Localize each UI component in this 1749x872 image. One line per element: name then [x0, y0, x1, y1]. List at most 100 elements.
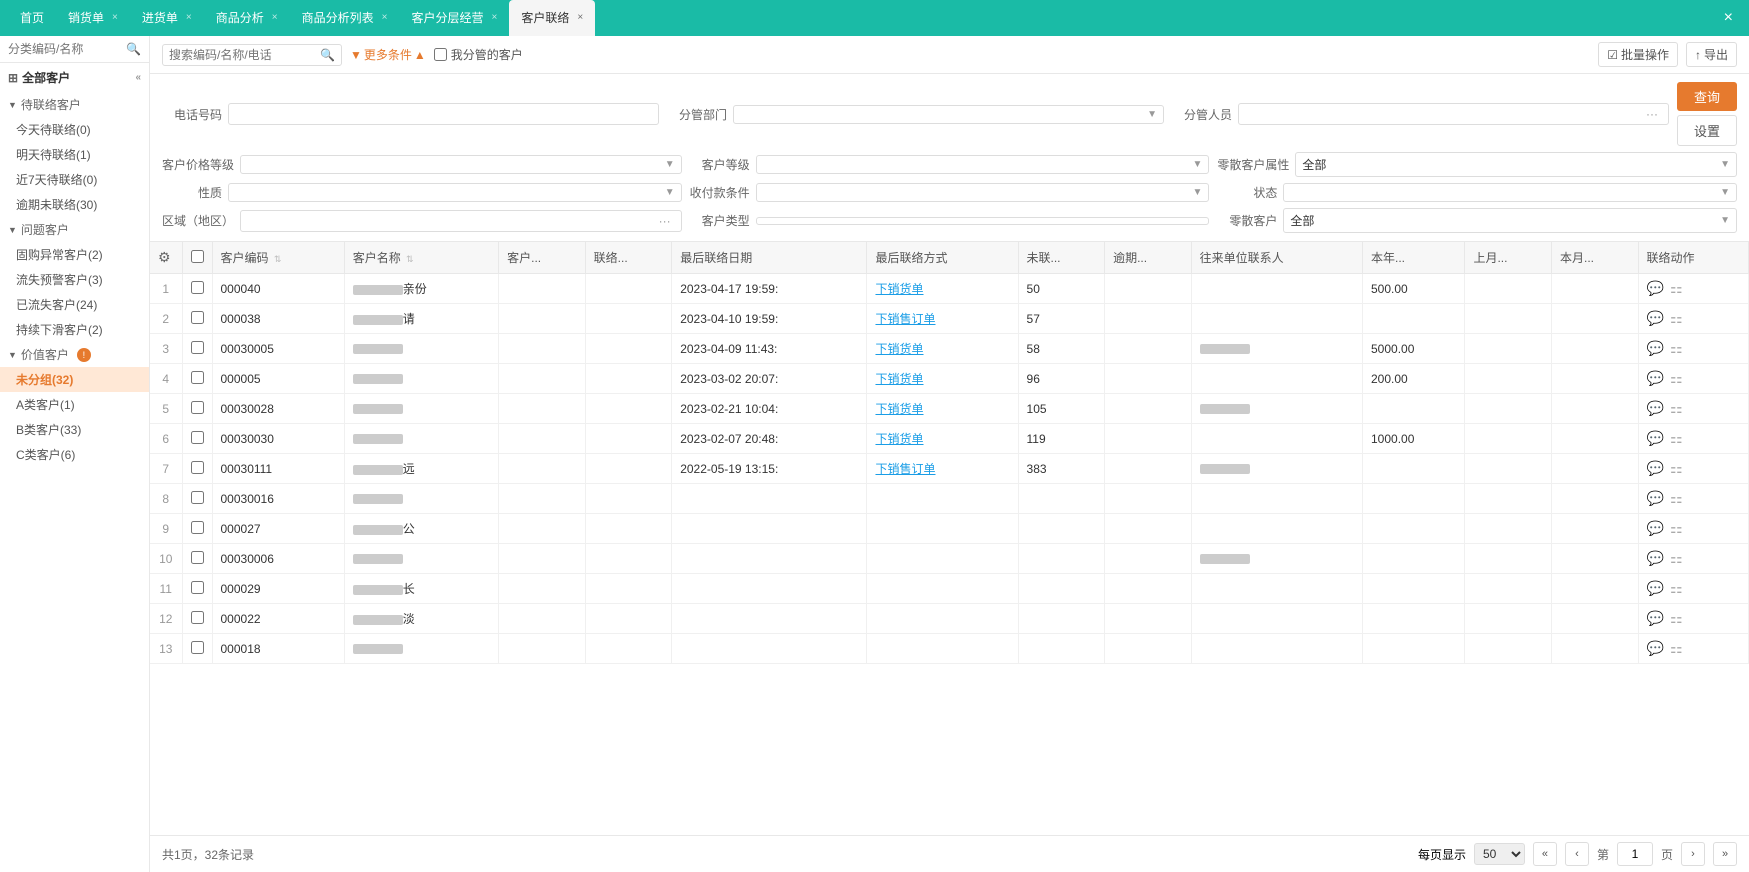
- message-icon[interactable]: 💬: [1647, 460, 1664, 477]
- more-actions-icon[interactable]: ⚏: [1670, 340, 1683, 357]
- section-problem-customers[interactable]: ▼ 问题客户: [0, 217, 149, 242]
- dept-select[interactable]: ▼: [733, 105, 1164, 124]
- sidebar-item-today[interactable]: 今天待联络(0): [0, 117, 149, 142]
- page-number-input[interactable]: [1617, 842, 1653, 866]
- person-more-icon[interactable]: ···: [1642, 107, 1662, 121]
- sidebar-item-tomorrow[interactable]: 明天待联络(1): [0, 142, 149, 167]
- tab-sales-order[interactable]: 销货单 ×: [56, 0, 130, 36]
- status-select[interactable]: ▼: [1283, 183, 1737, 202]
- close-tab-purchase-order[interactable]: ×: [186, 0, 192, 36]
- more-actions-icon[interactable]: ⚏: [1670, 310, 1683, 327]
- first-page-button[interactable]: «: [1533, 842, 1557, 866]
- last-type-link[interactable]: 下销货单: [875, 342, 923, 356]
- collapse-sidebar-icon[interactable]: «: [135, 72, 141, 83]
- next-page-button[interactable]: ›: [1681, 842, 1705, 866]
- more-actions-icon[interactable]: ⚏: [1670, 430, 1683, 447]
- more-actions-icon[interactable]: ⚏: [1670, 580, 1683, 597]
- sidebar-item-7days[interactable]: 近7天待联络(0): [0, 167, 149, 192]
- row-select-checkbox[interactable]: [191, 491, 204, 504]
- sidebar-item-abnormal[interactable]: 固购异常客户(2): [0, 242, 149, 267]
- message-icon[interactable]: 💬: [1647, 580, 1664, 597]
- row-select-checkbox[interactable]: [191, 521, 204, 534]
- sidebar-item-class-c[interactable]: C类客户(6): [0, 442, 149, 467]
- more-actions-icon[interactable]: ⚏: [1670, 550, 1683, 567]
- tab-product-analysis[interactable]: 商品分析 ×: [204, 0, 290, 36]
- row-select-checkbox[interactable]: [191, 641, 204, 654]
- more-actions-icon[interactable]: ⚏: [1670, 490, 1683, 507]
- sidebar-item-class-b[interactable]: B类客户(33): [0, 417, 149, 442]
- sidebar-search-input[interactable]: [8, 42, 122, 56]
- tab-purchase-order[interactable]: 进货单 ×: [130, 0, 204, 36]
- more-actions-icon[interactable]: ⚏: [1670, 520, 1683, 537]
- row-select-checkbox[interactable]: [191, 341, 204, 354]
- close-all-tabs[interactable]: ×: [1716, 9, 1741, 27]
- payment-select[interactable]: ▼: [756, 183, 1210, 202]
- message-icon[interactable]: 💬: [1647, 280, 1664, 297]
- more-actions-icon[interactable]: ⚏: [1670, 370, 1683, 387]
- sidebar-item-class-a[interactable]: A类客户(1): [0, 392, 149, 417]
- prev-page-button[interactable]: ‹: [1565, 842, 1589, 866]
- last-type-link[interactable]: 下销售订单: [875, 312, 935, 326]
- sidebar-item-lost[interactable]: 已流失客户(24): [0, 292, 149, 317]
- sidebar-item-declining[interactable]: 持续下滑客户(2): [0, 317, 149, 342]
- select-all-checkbox[interactable]: [191, 250, 204, 263]
- sort-icon[interactable]: ⇅: [274, 254, 282, 264]
- more-actions-icon[interactable]: ⚏: [1670, 610, 1683, 627]
- message-icon[interactable]: 💬: [1647, 400, 1664, 417]
- export-button[interactable]: ↑ 导出: [1686, 42, 1737, 67]
- message-icon[interactable]: 💬: [1647, 310, 1664, 327]
- close-tab-customer-segmentation[interactable]: ×: [491, 0, 497, 36]
- reset-button[interactable]: 设置: [1677, 115, 1737, 146]
- price-level-select[interactable]: ▼: [240, 155, 682, 174]
- last-type-link[interactable]: 下销货单: [875, 282, 923, 296]
- sidebar-item-unclassified[interactable]: 未分组(32): [0, 367, 149, 392]
- last-type-link[interactable]: 下销货单: [875, 432, 923, 446]
- message-icon[interactable]: 💬: [1647, 430, 1664, 447]
- tab-customer-segmentation[interactable]: 客户分层经营 ×: [399, 0, 509, 36]
- customer-type-select[interactable]: [756, 217, 1210, 225]
- close-tab-sales-order[interactable]: ×: [112, 0, 118, 36]
- tab-product-analysis-list[interactable]: 商品分析列表 ×: [290, 0, 400, 36]
- region-more-icon[interactable]: ···: [655, 214, 675, 228]
- section-value-customers[interactable]: ▼ 价值客户 !: [0, 342, 149, 367]
- row-select-checkbox[interactable]: [191, 551, 204, 564]
- sort-icon-name[interactable]: ⇅: [406, 254, 414, 264]
- retail-attr-select[interactable]: 全部 ▼: [1295, 152, 1737, 177]
- message-icon[interactable]: 💬: [1647, 610, 1664, 627]
- phone-input[interactable]: [228, 103, 659, 125]
- close-tab-product-analysis[interactable]: ×: [272, 0, 278, 36]
- retail-customer-select[interactable]: 全部 ▼: [1283, 208, 1737, 233]
- message-icon[interactable]: 💬: [1647, 640, 1664, 657]
- last-type-link[interactable]: 下销售订单: [875, 462, 935, 476]
- message-icon[interactable]: 💬: [1647, 520, 1664, 537]
- row-select-checkbox[interactable]: [191, 431, 204, 444]
- tab-home[interactable]: 首页: [8, 0, 56, 36]
- row-select-checkbox[interactable]: [191, 401, 204, 414]
- row-select-checkbox[interactable]: [191, 461, 204, 474]
- all-customers-header[interactable]: ⊞ 全部客户 «: [0, 63, 149, 92]
- row-select-checkbox[interactable]: [191, 371, 204, 384]
- batch-operations-button[interactable]: ☑ 批量操作: [1598, 42, 1678, 67]
- page-size-select[interactable]: 50 20 100: [1474, 843, 1525, 865]
- search-input[interactable]: [169, 48, 316, 62]
- sidebar-item-overdue[interactable]: 逾期未联络(30): [0, 192, 149, 217]
- last-type-link[interactable]: 下销货单: [875, 372, 923, 386]
- more-actions-icon[interactable]: ⚏: [1670, 460, 1683, 477]
- section-pending-contact[interactable]: ▼ 待联络客户: [0, 92, 149, 117]
- more-actions-icon[interactable]: ⚏: [1670, 640, 1683, 657]
- message-icon[interactable]: 💬: [1647, 340, 1664, 357]
- row-select-checkbox[interactable]: [191, 611, 204, 624]
- message-icon[interactable]: 💬: [1647, 550, 1664, 567]
- my-customers-checkbox[interactable]: [434, 48, 447, 61]
- more-actions-icon[interactable]: ⚏: [1670, 280, 1683, 297]
- more-conditions[interactable]: ▼ 更多条件 ▲: [350, 46, 426, 63]
- query-button[interactable]: 查询: [1677, 82, 1737, 111]
- settings-icon[interactable]: ⚙: [158, 249, 171, 265]
- region-select[interactable]: ···: [240, 210, 682, 232]
- gender-select[interactable]: ▼: [228, 183, 682, 202]
- message-icon[interactable]: 💬: [1647, 370, 1664, 387]
- last-type-link[interactable]: 下销货单: [875, 402, 923, 416]
- close-tab-product-analysis-list[interactable]: ×: [382, 0, 388, 36]
- row-select-checkbox[interactable]: [191, 581, 204, 594]
- message-icon[interactable]: 💬: [1647, 490, 1664, 507]
